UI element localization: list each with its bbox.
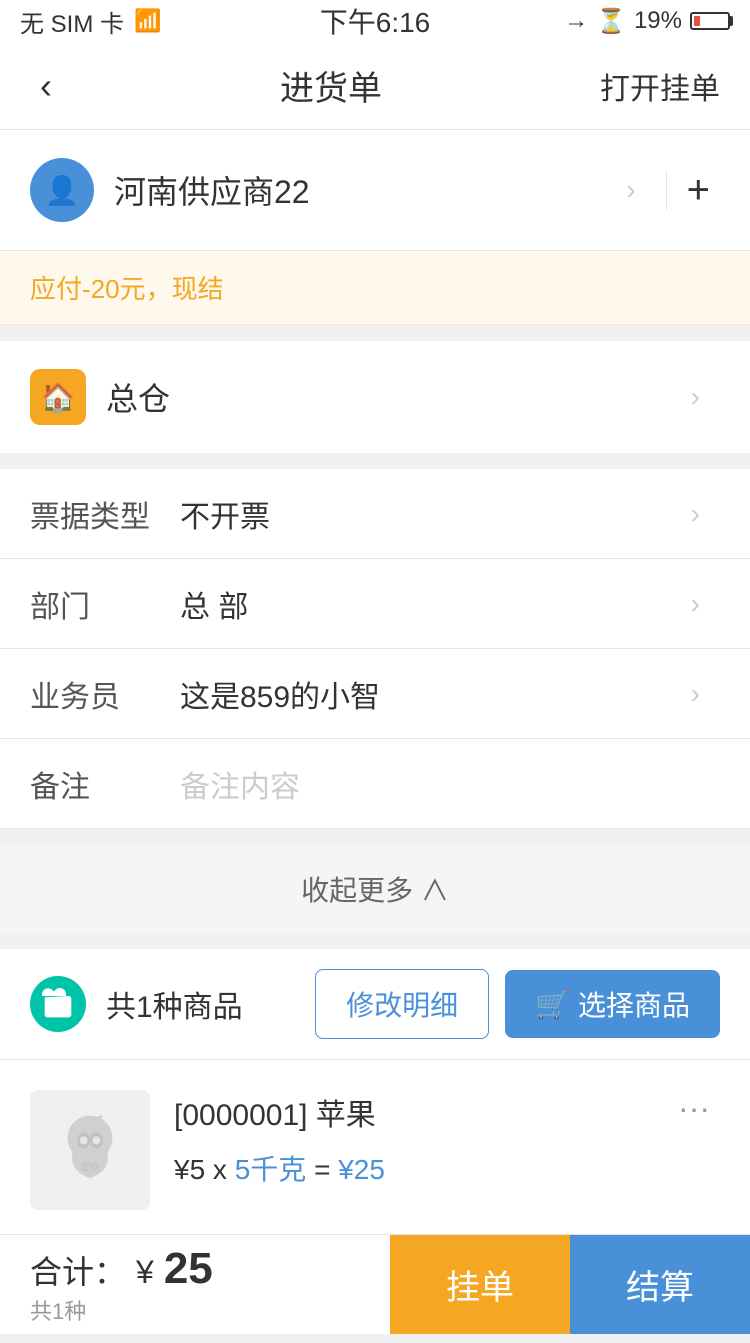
nav-bar: ‹ 进货单 打开挂单 [0, 42, 750, 130]
price-total: ¥25 [338, 1154, 385, 1185]
product-name: [0000001] 苹果 [174, 1090, 668, 1134]
bottom-bar: 合计： ¥ 25 共1种 挂单 结算 [0, 1234, 750, 1334]
status-bar: 无 SIM 卡 📶 下午6:16 → ⏳ 19% [0, 0, 750, 42]
remark-label: 备注 [30, 762, 160, 806]
invoice-type-value: 不开票 [180, 492, 691, 536]
supplier-row: 👤 河南供应商22 › + [0, 130, 750, 251]
battery-text: 19% [634, 7, 682, 35]
open-pending-button[interactable]: 打开挂单 [600, 64, 720, 108]
alarm-icon: ⏳ [596, 7, 626, 36]
total-amount: 25 [164, 1244, 213, 1294]
warehouse-name: 总仓 [106, 374, 691, 420]
supplier-name: 河南供应商22 [114, 167, 626, 213]
select-product-label: 选择商品 [578, 984, 690, 1024]
dept-label: 部门 [30, 582, 160, 626]
hang-button[interactable]: 挂单 [390, 1235, 570, 1334]
notice-bar: 应付-20元，现结 [0, 251, 750, 325]
invoice-chevron-icon: › [691, 498, 700, 530]
status-left: 无 SIM 卡 📶 [20, 4, 161, 39]
total-section: 合计： ¥ 25 共1种 [0, 1235, 390, 1334]
modify-detail-button[interactable]: 修改明细 [315, 969, 489, 1039]
dept-chevron-icon: › [691, 588, 700, 620]
notice-text: 应付-20元，现结 [30, 274, 224, 304]
wifi-icon: 📶 [134, 8, 161, 34]
dept-value: 总 部 [180, 582, 691, 626]
salesman-value: 这是859的小智 [180, 672, 691, 716]
invoice-type-row[interactable]: 票据类型 不开票 › [0, 469, 750, 559]
warehouse-icon: 🏠 [30, 369, 86, 425]
carrier-text: 无 SIM 卡 [20, 4, 124, 39]
collapse-button[interactable]: 收起更多 ∧ [0, 845, 750, 933]
products-icon [30, 976, 86, 1032]
total-symbol: ¥ [136, 1254, 154, 1291]
status-right: → ⏳ 19% [564, 7, 730, 36]
add-button[interactable]: + [677, 168, 720, 213]
checkout-button[interactable]: 结算 [570, 1235, 750, 1334]
warehouse-chevron-icon: › [691, 381, 700, 413]
warehouse-section[interactable]: 🏠 总仓 › [0, 341, 750, 453]
dept-row[interactable]: 部门 总 部 › [0, 559, 750, 649]
price-eq: = [314, 1154, 338, 1185]
products-count: 共1种商品 [106, 982, 315, 1026]
total-label: 合计： [30, 1247, 126, 1293]
cart-icon: 🛒 [535, 988, 570, 1021]
svg-text:督仓: 督仓 [80, 1161, 100, 1173]
status-time: 下午6:16 [320, 1, 431, 41]
remark-row[interactable]: 备注 备注内容 [0, 739, 750, 829]
product-price: ¥5 x 5千克 = ¥25 [174, 1148, 668, 1188]
collapse-label: 收起更多 ∧ [301, 869, 449, 909]
product-info: [0000001] 苹果 ¥5 x 5千克 = ¥25 [174, 1090, 668, 1188]
products-header: 共1种商品 修改明细 🛒 选择商品 [0, 949, 750, 1060]
product-more-button[interactable]: ··· [668, 1090, 720, 1127]
price-qty: 5千克 [235, 1154, 307, 1185]
salesman-row[interactable]: 业务员 这是859的小智 › [0, 649, 750, 739]
warehouse-row[interactable]: 🏠 总仓 › [0, 341, 750, 453]
product-thumbnail: 督仓 [30, 1090, 150, 1210]
salesman-chevron-icon: › [691, 678, 700, 710]
back-button[interactable]: ‹ [30, 55, 62, 117]
price-base: ¥5 x [174, 1154, 235, 1185]
total-main: 合计： ¥ 25 [30, 1244, 360, 1294]
product-item: 督仓 [0000001] 苹果 ¥5 x 5千克 = ¥25 ··· [0, 1060, 750, 1241]
salesman-label: 业务员 [30, 672, 160, 716]
supplier-avatar: 👤 [30, 158, 94, 222]
select-product-button[interactable]: 🛒 选择商品 [505, 970, 720, 1038]
location-icon: → [564, 7, 588, 35]
hang-label: 挂单 [446, 1260, 514, 1309]
invoice-type-label: 票据类型 [30, 492, 160, 536]
supplier-section: 👤 河南供应商22 › + 应付-20元，现结 [0, 130, 750, 325]
page-title: 进货单 [280, 61, 382, 110]
total-sub: 共1种 [30, 1294, 360, 1326]
divider [666, 170, 667, 210]
chevron-right-icon: › [626, 174, 635, 206]
checkout-label: 结算 [626, 1260, 694, 1309]
form-section: 票据类型 不开票 › 部门 总 部 › 业务员 这是859的小智 › 备注 备注… [0, 469, 750, 829]
remark-input[interactable]: 备注内容 [180, 762, 720, 806]
battery-icon [690, 12, 730, 30]
